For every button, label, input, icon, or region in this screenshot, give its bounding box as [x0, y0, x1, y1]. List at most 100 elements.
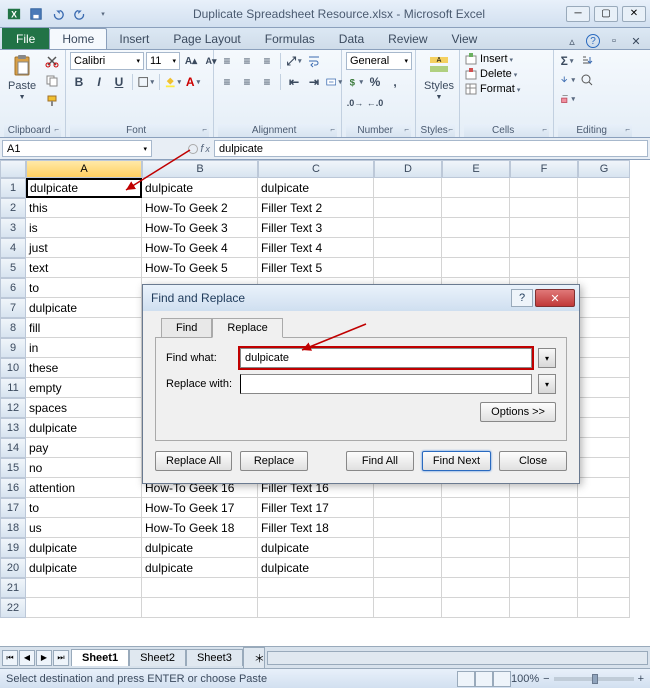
review-tab[interactable]: Review [376, 28, 439, 49]
clear-icon[interactable] [558, 90, 576, 108]
cell[interactable] [510, 538, 578, 558]
cell[interactable]: How-To Geek 18 [142, 518, 258, 538]
save-icon[interactable] [26, 4, 46, 24]
dialog-help-icon[interactable]: ? [511, 289, 533, 307]
cell[interactable]: dulpicate [26, 298, 142, 318]
file-tab[interactable]: File [2, 28, 49, 49]
cell[interactable]: to [26, 498, 142, 518]
cell[interactable] [374, 178, 442, 198]
page-layout-tab[interactable]: Page Layout [161, 28, 252, 49]
select-all-corner[interactable] [0, 160, 26, 178]
row-header[interactable]: 7 [0, 298, 26, 318]
cell[interactable]: dulpicate [142, 178, 258, 198]
cell[interactable] [578, 438, 630, 458]
sheet-tab-1[interactable]: Sheet1 [71, 649, 129, 666]
sort-filter-icon[interactable] [578, 52, 596, 70]
insert-tab[interactable]: Insert [107, 28, 161, 49]
cell[interactable] [578, 198, 630, 218]
cell[interactable] [442, 538, 510, 558]
col-header-g[interactable]: G [578, 160, 630, 178]
cell[interactable] [510, 178, 578, 198]
cell[interactable] [510, 598, 578, 618]
zoom-slider[interactable] [554, 677, 634, 681]
underline-button[interactable]: U [110, 73, 128, 91]
page-layout-view-icon[interactable] [475, 671, 493, 687]
cell[interactable] [442, 218, 510, 238]
row-header[interactable]: 18 [0, 518, 26, 538]
number-format-combo[interactable]: General▾ [346, 52, 412, 70]
row-header[interactable]: 10 [0, 358, 26, 378]
font-color-icon[interactable]: A [184, 73, 202, 91]
cell[interactable]: just [26, 238, 142, 258]
cell[interactable]: How-To Geek 2 [142, 198, 258, 218]
bold-button[interactable]: B [70, 73, 88, 91]
qat-dropdown-icon[interactable] [92, 4, 112, 24]
col-header-e[interactable]: E [442, 160, 510, 178]
cell[interactable]: us [26, 518, 142, 538]
cell[interactable]: How-To Geek 17 [142, 498, 258, 518]
cell[interactable] [442, 198, 510, 218]
cell[interactable] [578, 358, 630, 378]
close-button[interactable]: ✕ [622, 6, 646, 22]
cell[interactable] [374, 198, 442, 218]
cell[interactable] [442, 558, 510, 578]
cell[interactable] [578, 598, 630, 618]
merge-icon[interactable] [325, 73, 343, 91]
horizontal-scrollbar[interactable] [267, 651, 648, 665]
cell[interactable] [578, 458, 630, 478]
page-break-view-icon[interactable] [493, 671, 511, 687]
cell[interactable] [578, 378, 630, 398]
row-header[interactable]: 22 [0, 598, 26, 618]
row-header[interactable]: 14 [0, 438, 26, 458]
col-header-a[interactable]: A [26, 160, 142, 178]
cell[interactable]: fill [26, 318, 142, 338]
minimize-ribbon-icon[interactable]: ▵ [564, 33, 580, 49]
align-top-icon[interactable]: ≡ [218, 52, 236, 70]
cell[interactable]: Filler Text 5 [258, 258, 374, 278]
percent-icon[interactable]: % [366, 73, 384, 91]
cell[interactable] [374, 598, 442, 618]
col-header-f[interactable]: F [510, 160, 578, 178]
cell[interactable]: is [26, 218, 142, 238]
row-header[interactable]: 21 [0, 578, 26, 598]
col-header-b[interactable]: B [142, 160, 258, 178]
sheet-tab-2[interactable]: Sheet2 [129, 649, 186, 666]
align-middle-icon[interactable]: ≡ [238, 52, 256, 70]
row-header[interactable]: 13 [0, 418, 26, 438]
cell[interactable] [578, 238, 630, 258]
copy-icon[interactable] [43, 72, 61, 90]
cell[interactable]: How-To Geek 5 [142, 258, 258, 278]
row-header[interactable]: 1 [0, 178, 26, 198]
cell[interactable] [578, 318, 630, 338]
cell[interactable] [442, 258, 510, 278]
options-button[interactable]: Options >> [480, 402, 556, 422]
cell[interactable] [142, 578, 258, 598]
cell[interactable]: dulpicate [26, 178, 142, 198]
cell[interactable] [374, 558, 442, 578]
sheet-nav-prev-icon[interactable]: ◀ [19, 650, 35, 666]
cell[interactable] [442, 498, 510, 518]
cell[interactable]: dulpicate [26, 538, 142, 558]
cell[interactable] [374, 238, 442, 258]
zoom-level[interactable]: 100% [511, 673, 539, 685]
cell[interactable] [578, 558, 630, 578]
cell[interactable]: pay [26, 438, 142, 458]
cell[interactable] [510, 258, 578, 278]
replace-all-button[interactable]: Replace All [155, 451, 232, 471]
font-name-combo[interactable]: Calibri▾ [70, 52, 144, 70]
cell[interactable] [374, 218, 442, 238]
increase-indent-icon[interactable]: ⇥ [305, 73, 323, 91]
cell[interactable]: How-To Geek 4 [142, 238, 258, 258]
wrap-text-icon[interactable] [305, 52, 323, 70]
cell[interactable]: Filler Text 17 [258, 498, 374, 518]
replace-button[interactable]: Replace [240, 451, 308, 471]
minimize-button[interactable]: ─ [566, 6, 590, 22]
home-tab[interactable]: Home [49, 28, 107, 49]
zoom-in-icon[interactable]: + [638, 673, 644, 685]
cell[interactable] [442, 518, 510, 538]
cell[interactable] [578, 218, 630, 238]
cell[interactable] [578, 538, 630, 558]
cell[interactable]: spaces [26, 398, 142, 418]
decrease-indent-icon[interactable]: ⇤ [285, 73, 303, 91]
cell[interactable]: dulpicate [142, 558, 258, 578]
